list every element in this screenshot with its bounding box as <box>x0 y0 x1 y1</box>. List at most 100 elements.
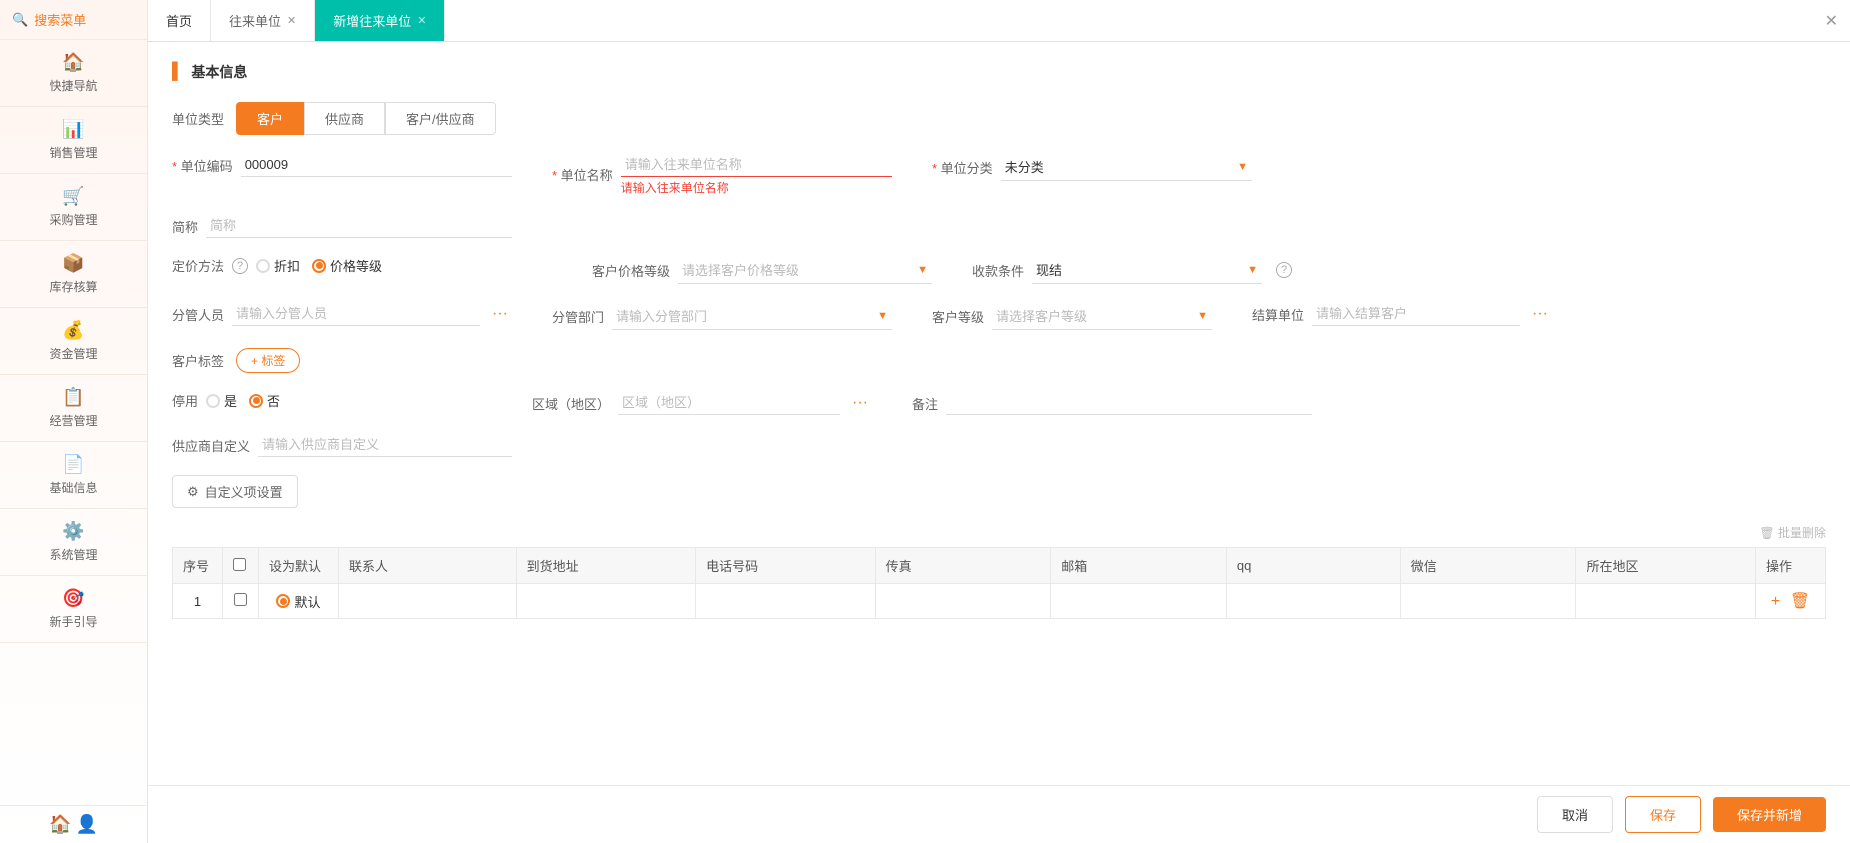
row-checkbox[interactable] <box>234 593 247 606</box>
tab-home[interactable]: 首页 <box>148 0 211 41</box>
row-qq-input[interactable] <box>1237 594 1390 609</box>
row-phone-input[interactable] <box>706 594 865 609</box>
sidebar-item-finance[interactable]: 💰 资金管理 <box>0 308 147 375</box>
manager-row: 分管人员 ··· 分管部门 请输入分管部门 ▼ 客户等级 请选择客户等级 ▼ 结… <box>172 302 1826 330</box>
tab-partner-list[interactable]: 往来单位 ✕ <box>211 0 315 41</box>
tab-new-partner-close[interactable]: ✕ <box>417 14 426 27</box>
customer-price-level-select[interactable]: 请选择客户价格等级 ▼ <box>678 256 932 284</box>
disabled-radio-yes[interactable]: 是 <box>206 391 237 410</box>
sidebar-item-system[interactable]: ⚙️ 系统管理 <box>0 509 147 576</box>
sidebar-item-inventory[interactable]: 📦 库存核算 <box>0 241 147 308</box>
row-fax-input[interactable] <box>886 594 1041 609</box>
save-new-button[interactable]: 保存并新增 <box>1713 797 1826 832</box>
payment-terms-help-icon[interactable]: ? <box>1276 262 1292 278</box>
basic-info-label: 基础信息 <box>49 479 97 496</box>
sidebar-home-icon[interactable]: 🏠 <box>49 814 71 835</box>
row-delete-btn[interactable]: 🗑 <box>1790 593 1810 610</box>
close-all-tabs[interactable]: ✕ <box>1813 0 1850 41</box>
settlement-unit-input[interactable] <box>1312 302 1520 326</box>
short-name-input[interactable] <box>206 214 512 238</box>
remark-input[interactable] <box>946 391 1312 415</box>
remark-label: 备注 <box>912 394 938 413</box>
save-button[interactable]: 保存 <box>1625 796 1701 833</box>
section-icon: ▌ <box>172 63 183 81</box>
pricing-radio-discount[interactable]: 折扣 <box>256 256 300 275</box>
customer-level-placeholder: 请选择客户等级 <box>996 306 1193 325</box>
guide-label: 新手引导 <box>49 613 97 630</box>
sidebar-item-sales[interactable]: 📊 销售管理 <box>0 107 147 174</box>
tab-new-partner[interactable]: 新增往来单位 ✕ <box>315 0 445 41</box>
col-wechat: 微信 <box>1400 548 1576 584</box>
supplier-custom-row: 供应商自定义 <box>172 433 1826 457</box>
row-contact-input[interactable] <box>349 594 506 609</box>
unit-btn-supplier[interactable]: 供应商 <box>304 102 385 135</box>
row-fax <box>875 584 1051 619</box>
customer-price-level-chevron: ▼ <box>917 264 928 276</box>
department-placeholder: 请输入分管部门 <box>616 306 873 325</box>
settings-icon: ⚙ <box>187 484 199 500</box>
unit-type-label: 单位类型 <box>172 109 224 128</box>
payment-terms-select[interactable]: 现结 ▼ <box>1032 256 1262 284</box>
system-icon: ⚙️ <box>62 521 84 542</box>
department-select[interactable]: 请输入分管部门 ▼ <box>612 302 892 330</box>
row-wechat-input[interactable] <box>1411 594 1566 609</box>
region-input[interactable] <box>618 391 840 415</box>
disabled-yes-circle <box>206 394 220 408</box>
form-area: ▌ 基本信息 单位类型 客户 供应商 客户/供应商 单位编码 单位名称 <box>148 42 1850 785</box>
guide-icon: 🎯 <box>62 588 84 609</box>
sidebar: 🔍 搜索菜单 🏠 快捷导航 📊 销售管理 🛒 采购管理 📦 库存核算 💰 资金管… <box>0 0 148 843</box>
row-contact <box>339 584 517 619</box>
disabled-yes-label: 是 <box>224 391 237 410</box>
unit-code-label: 单位编码 <box>172 156 233 175</box>
settlement-unit-more-btn[interactable]: ··· <box>1528 305 1552 323</box>
unit-btn-customer[interactable]: 客户 <box>236 102 304 135</box>
select-all-checkbox[interactable] <box>233 558 246 571</box>
unit-btn-both[interactable]: 客户/供应商 <box>385 102 496 135</box>
unit-name-input[interactable] <box>621 153 892 177</box>
row-add-btn[interactable]: + <box>1771 593 1780 610</box>
search-menu-label: 搜索菜单 <box>34 10 86 29</box>
region-more-btn[interactable]: ··· <box>848 394 872 412</box>
customer-level-select[interactable]: 请选择客户等级 ▼ <box>992 302 1212 330</box>
col-region: 所在地区 <box>1576 548 1756 584</box>
sidebar-item-purchase[interactable]: 🛒 采购管理 <box>0 174 147 241</box>
row-email-input[interactable] <box>1061 594 1216 609</box>
col-action: 操作 <box>1756 548 1826 584</box>
unit-name-error: 请输入往来单位名称 <box>621 179 892 196</box>
row-address-input[interactable] <box>527 594 686 609</box>
tab-partner-list-close[interactable]: ✕ <box>287 14 296 27</box>
manager-more-btn[interactable]: ··· <box>488 305 512 323</box>
add-tag-button[interactable]: + 标签 <box>236 348 300 373</box>
unit-code-input[interactable] <box>241 153 512 177</box>
table-row: 1 默认 <box>173 584 1826 619</box>
tab-home-label: 首页 <box>166 11 192 30</box>
tab-bar: 首页 往来单位 ✕ 新增往来单位 ✕ ✕ <box>148 0 1850 42</box>
operations-label: 经营管理 <box>49 412 97 429</box>
tab-partner-list-label: 往来单位 <box>229 11 281 30</box>
row-seq: 1 <box>173 584 223 619</box>
search-menu[interactable]: 🔍 搜索菜单 <box>0 0 147 40</box>
pricing-label: 定价方法 <box>172 256 224 275</box>
sidebar-item-basic-info[interactable]: 📄 基础信息 <box>0 442 147 509</box>
disabled-no-circle <box>249 394 263 408</box>
sidebar-item-guide[interactable]: 🎯 新手引导 <box>0 576 147 643</box>
sidebar-user-icon[interactable]: 👤 <box>76 814 98 835</box>
row-region-input[interactable] <box>1586 594 1745 609</box>
pricing-help-icon[interactable]: ? <box>232 258 248 274</box>
unit-type-group: 客户 供应商 客户/供应商 <box>236 102 496 135</box>
system-label: 系统管理 <box>49 546 97 563</box>
quick-nav-icon: 🏠 <box>62 52 84 73</box>
unit-category-chevron: ▼ <box>1237 161 1248 173</box>
custom-settings-button[interactable]: ⚙ 自定义项设置 <box>172 475 298 508</box>
sidebar-item-quick-nav[interactable]: 🏠 快捷导航 <box>0 40 147 107</box>
batch-delete[interactable]: 🗑 批量删除 <box>172 518 1826 547</box>
sidebar-item-operations[interactable]: 📋 经营管理 <box>0 375 147 442</box>
manager-input[interactable] <box>232 302 480 326</box>
unit-category-label: 单位分类 <box>932 158 993 177</box>
row-default-radio[interactable]: 默认 <box>269 592 328 611</box>
supplier-custom-input[interactable] <box>258 433 512 457</box>
disabled-radio-no[interactable]: 否 <box>249 391 280 410</box>
cancel-button[interactable]: 取消 <box>1537 796 1613 833</box>
unit-category-select[interactable]: 未分类 ▼ <box>1001 153 1252 181</box>
pricing-radio-level[interactable]: 价格等级 <box>312 256 382 275</box>
